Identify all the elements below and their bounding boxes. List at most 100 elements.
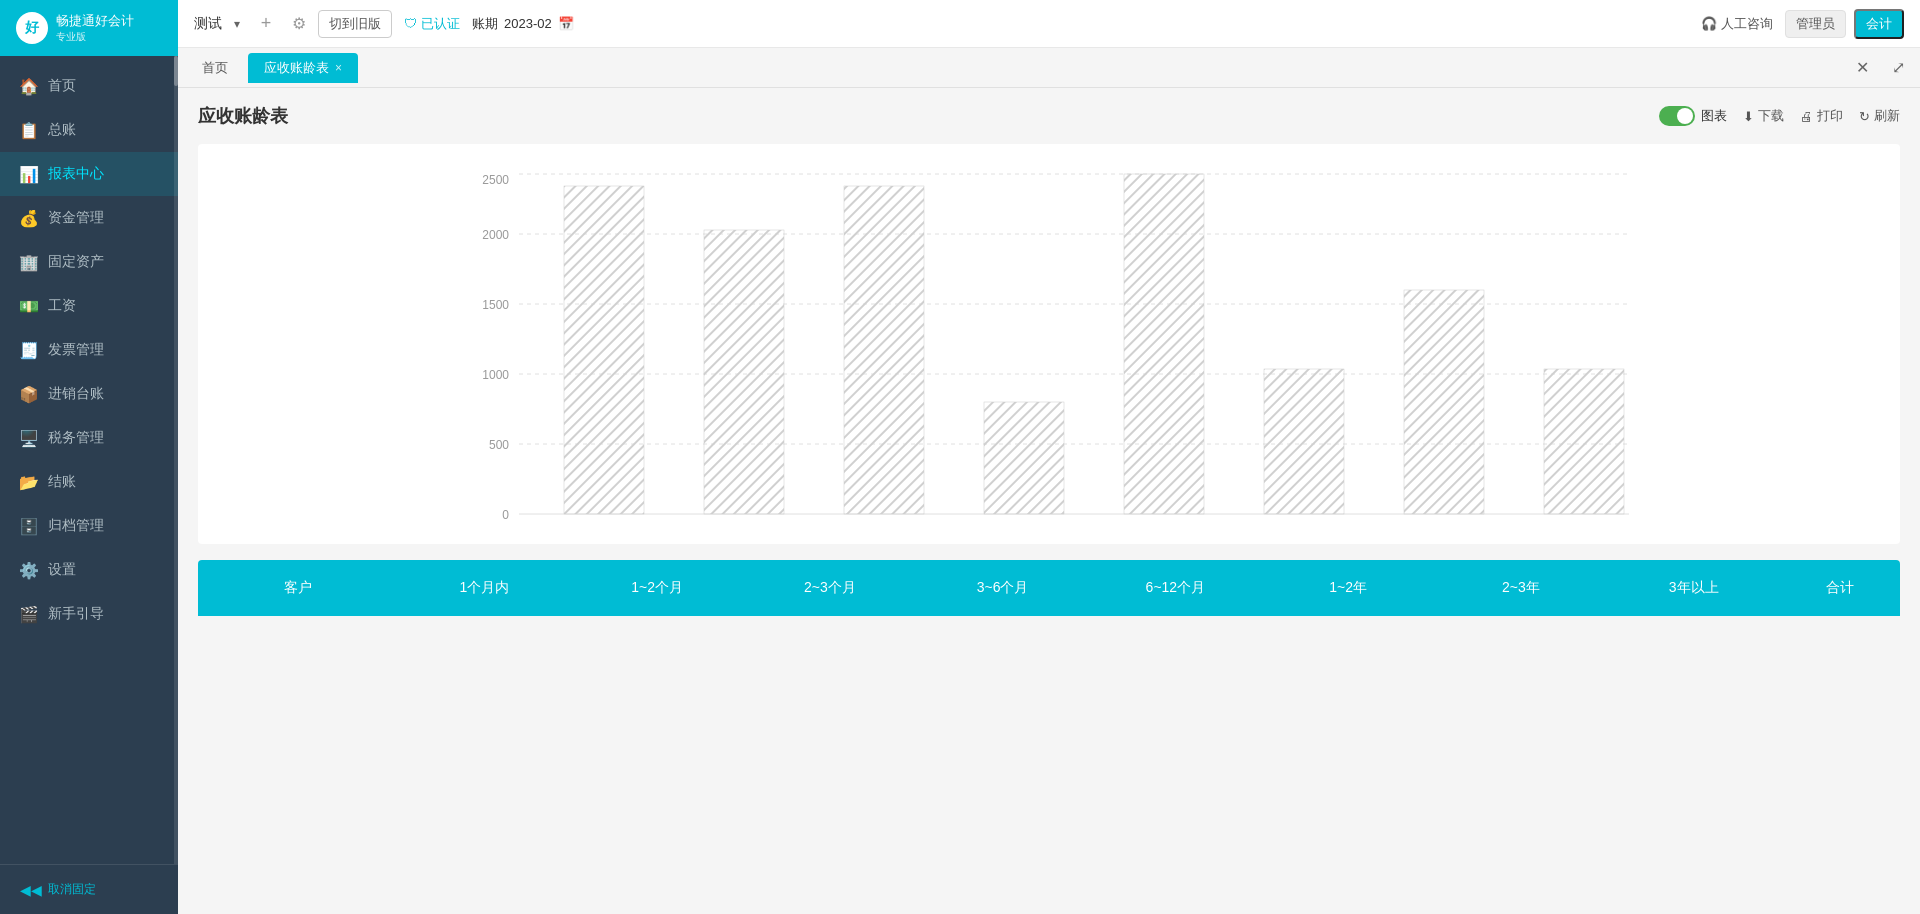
company-dropdown-icon[interactable]: ▾ — [234, 17, 240, 31]
pin-label: 取消固定 — [48, 881, 96, 898]
sidebar-item-closing[interactable]: 📂 结账 — [0, 460, 178, 504]
sidebar-item-payroll[interactable]: 💵 工资 — [0, 284, 178, 328]
nav-label-closing: 结账 — [48, 473, 76, 491]
bar-chart: 0 500 1000 1500 2000 2500 1月内 — [218, 164, 1880, 524]
svg-text:6-12个月: 6-12个月 — [1140, 523, 1188, 524]
role-button[interactable]: 会计 — [1854, 9, 1904, 39]
pin-button[interactable]: ◀◀ 取消固定 — [16, 875, 162, 904]
support-button[interactable]: 🎧 人工咨询 — [1701, 15, 1773, 33]
tab-ar-aging[interactable]: 应收账龄表 × — [248, 53, 358, 83]
nav-label-capital: 资金管理 — [48, 209, 104, 227]
chart-area: 0 500 1000 1500 2000 2500 1月内 — [198, 144, 1900, 544]
shield-icon: 🛡 — [404, 16, 417, 31]
nav-label-reports: 报表中心 — [48, 165, 104, 183]
print-button[interactable]: 🖨 打印 — [1800, 107, 1843, 125]
page-actions: 图表 ⬇ 下载 🖨 打印 ↻ 刷新 — [1659, 106, 1900, 126]
refresh-icon: ↻ — [1859, 109, 1870, 124]
nav-icon-sales: 📦 — [20, 385, 38, 403]
nav-label-payroll: 工资 — [48, 297, 76, 315]
sidebar-item-settings[interactable]: ⚙️ 设置 — [0, 548, 178, 592]
svg-rect-14 — [704, 230, 784, 514]
table-col-header-8: 3年以上 — [1607, 560, 1780, 616]
calendar-icon[interactable]: 📅 — [558, 16, 574, 31]
table-col-header-5: 6~12个月 — [1089, 560, 1262, 616]
svg-text:3-6月: 3-6月 — [1009, 523, 1038, 524]
add-company-button[interactable]: + — [252, 10, 280, 38]
svg-text:0: 0 — [502, 508, 509, 522]
sidebar-item-ledger[interactable]: 📋 总账 — [0, 108, 178, 152]
switch-version-button[interactable]: 切到旧版 — [318, 10, 392, 38]
headset-icon: 🎧 — [1701, 16, 1717, 31]
logo-sub: 专业版 — [56, 30, 134, 43]
sidebar-item-assets[interactable]: 🏢 固定资产 — [0, 240, 178, 284]
print-icon: 🖨 — [1800, 109, 1813, 124]
pin-icon: ◀◀ — [20, 882, 42, 898]
sidebar-item-sales[interactable]: 📦 进销台账 — [0, 372, 178, 416]
chart-toggle[interactable] — [1659, 106, 1695, 126]
tab-home[interactable]: 首页 — [186, 53, 244, 83]
nav-icon-invoice: 🧾 — [20, 341, 38, 359]
nav-label-guide: 新手引导 — [48, 605, 104, 623]
svg-rect-26 — [1544, 369, 1624, 514]
sidebar-item-invoice[interactable]: 🧾 发票管理 — [0, 328, 178, 372]
svg-rect-18 — [984, 402, 1064, 514]
chart-toggle-label: 图表 — [1701, 107, 1727, 125]
svg-text:2000: 2000 — [482, 228, 509, 242]
nav-icon-tax: 🖥️ — [20, 429, 38, 447]
nav-label-tax: 税务管理 — [48, 429, 104, 447]
sidebar-item-reports[interactable]: 📊 报表中心 — [0, 152, 178, 196]
sidebar-item-home[interactable]: 🏠 首页 — [0, 64, 178, 108]
table-col-header-1: 1个月内 — [398, 560, 571, 616]
logo-name: 畅捷通好会计 — [56, 13, 134, 30]
download-icon: ⬇ — [1743, 109, 1754, 124]
table-col-header-3: 2~3个月 — [744, 560, 917, 616]
svg-rect-22 — [1264, 369, 1344, 514]
nav-label-invoice: 发票管理 — [48, 341, 104, 359]
admin-button[interactable]: 管理员 — [1785, 10, 1846, 38]
nav-label-archive: 归档管理 — [48, 517, 104, 535]
nav-label-sales: 进销台账 — [48, 385, 104, 403]
verified-badge: 🛡 已认证 — [404, 15, 460, 33]
nav-label-settings: 设置 — [48, 561, 76, 579]
table-col-header-6: 1~2年 — [1262, 560, 1435, 616]
download-button[interactable]: ⬇ 下载 — [1743, 107, 1784, 125]
table-col-header-2: 1~2个月 — [571, 560, 744, 616]
nav-icon-closing: 📂 — [20, 473, 38, 491]
nav-menu: 🏠 首页 📋 总账 📊 报表中心 💰 资金管理 🏢 固定资产 💵 工资 🧾 发票… — [0, 56, 178, 644]
sidebar-item-capital[interactable]: 💰 资金管理 — [0, 196, 178, 240]
nav-icon-reports: 📊 — [20, 165, 38, 183]
main-area: 测试 ▾ + ⚙ 切到旧版 🛡 已认证 账期 2023-02 📅 🎧 人工咨询 … — [178, 0, 1920, 914]
user-area: 管理员 会计 — [1785, 9, 1904, 39]
sidebar-item-guide[interactable]: 🎬 新手引导 — [0, 592, 178, 636]
nav-label-ledger: 总账 — [48, 121, 76, 139]
top-header: 测试 ▾ + ⚙ 切到旧版 🛡 已认证 账期 2023-02 📅 🎧 人工咨询 … — [178, 0, 1920, 48]
close-panel-button[interactable]: ✕ — [1848, 54, 1876, 82]
svg-text:1000: 1000 — [482, 368, 509, 382]
nav-icon-ledger: 📋 — [20, 121, 38, 139]
table-col-header-7: 2~3年 — [1435, 560, 1608, 616]
expand-panel-button[interactable]: ⤢ — [1884, 54, 1912, 82]
svg-text:2-3年: 2-3年 — [1429, 523, 1458, 524]
logo: 好 畅捷通好会计 专业版 — [0, 0, 178, 56]
nav-label-assets: 固定资产 — [48, 253, 104, 271]
content-inner: 应收账龄表 图表 ⬇ 下载 🖨 打印 ↻ — [178, 88, 1920, 914]
nav-icon-guide: 🎬 — [20, 605, 38, 623]
svg-text:1-2年: 1-2年 — [1289, 523, 1318, 524]
accounting-period: 账期 2023-02 📅 — [472, 15, 574, 33]
table-header: 客户1个月内1~2个月2~3个月3~6个月6~12个月1~2年2~3年3年以上合… — [198, 560, 1900, 616]
sidebar-item-archive[interactable]: 🗄️ 归档管理 — [0, 504, 178, 548]
company-name[interactable]: 测试 — [194, 15, 222, 33]
sidebar-item-tax[interactable]: 🖥️ 税务管理 — [0, 416, 178, 460]
content-area: 应收账龄表 图表 ⬇ 下载 🖨 打印 ↻ — [178, 88, 1920, 914]
sidebar: 好 畅捷通好会计 专业版 🏠 首页 📋 总账 📊 报表中心 💰 资金管理 🏢 固… — [0, 0, 178, 914]
svg-rect-16 — [844, 186, 924, 514]
refresh-button[interactable]: ↻ 刷新 — [1859, 107, 1900, 125]
nav-icon-home: 🏠 — [20, 77, 38, 95]
nav-icon-settings: ⚙️ — [20, 561, 38, 579]
page-header: 应收账龄表 图表 ⬇ 下载 🖨 打印 ↻ — [198, 104, 1900, 128]
settings-icon[interactable]: ⚙ — [292, 14, 306, 33]
table-col-header-4: 3~6个月 — [916, 560, 1089, 616]
nav-icon-capital: 💰 — [20, 209, 38, 227]
svg-text:500: 500 — [489, 438, 509, 452]
tab-close-icon[interactable]: × — [335, 61, 342, 75]
